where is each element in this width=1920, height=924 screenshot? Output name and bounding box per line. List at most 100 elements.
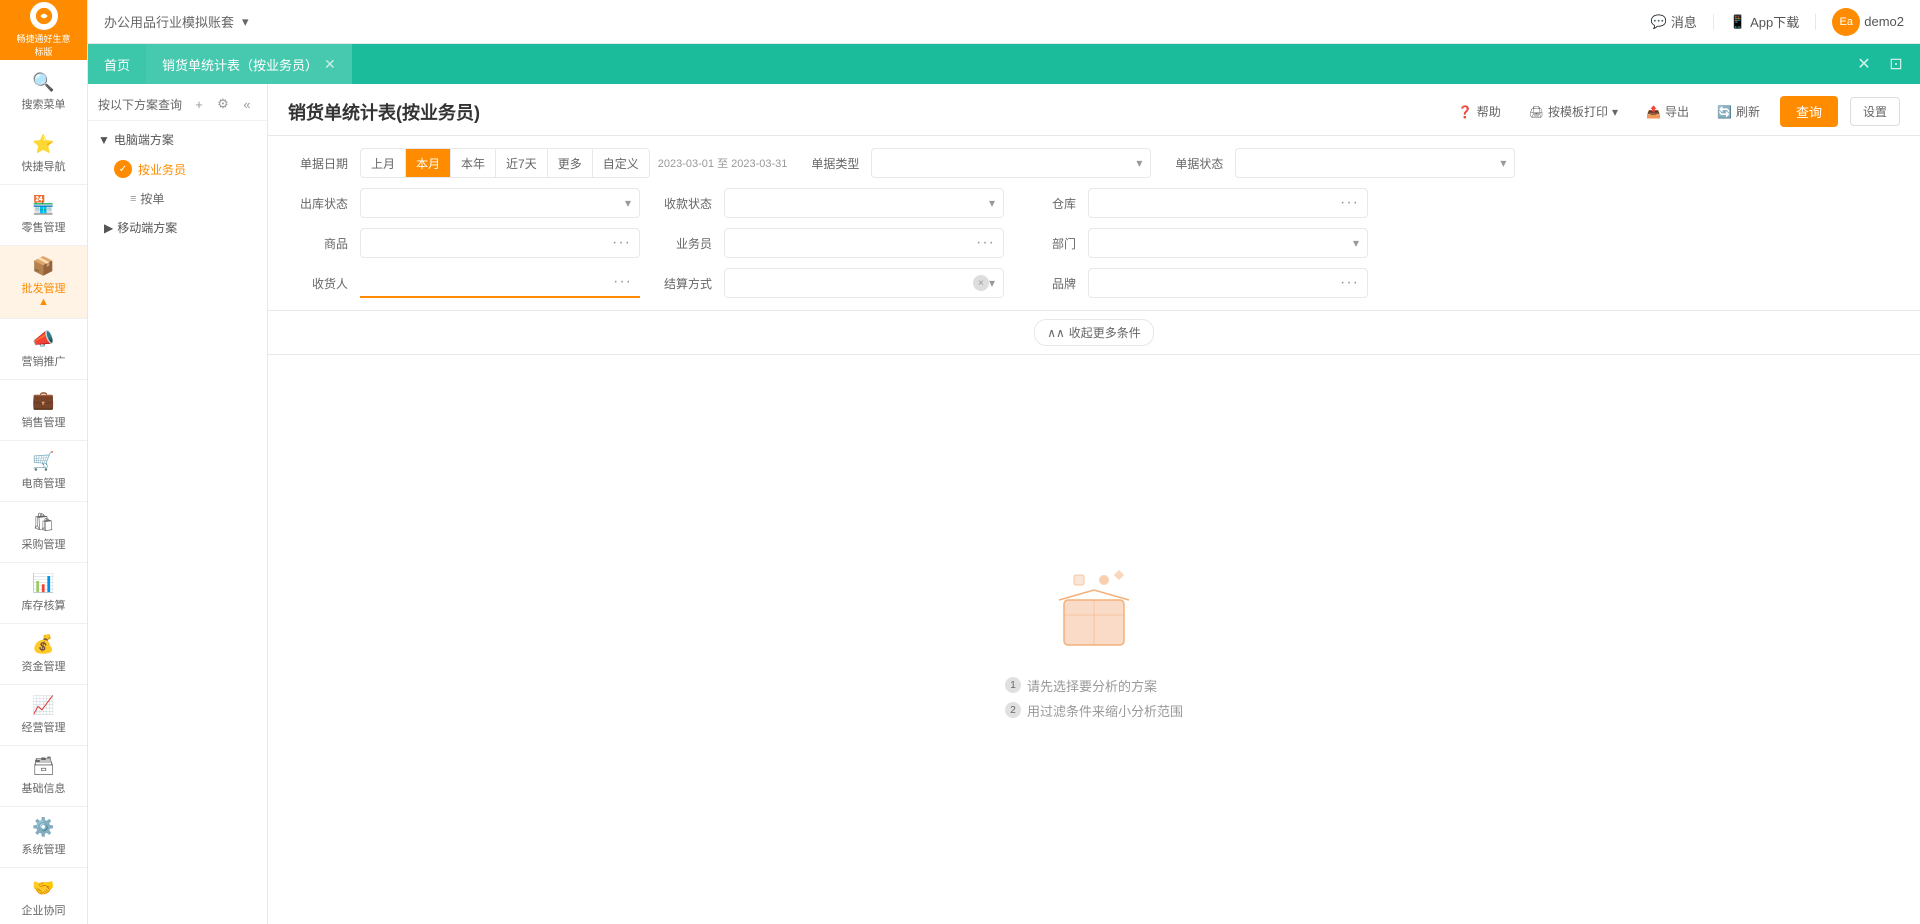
- filter-row-1: 单据日期 上月 本月 本年 近7天 更多 自定义 2023-03-01 至 20…: [288, 148, 1900, 178]
- dept-input[interactable]: [1097, 236, 1353, 250]
- sidebar-item-quicknav[interactable]: ⭐ 快捷导航: [0, 124, 88, 185]
- consignee-input[interactable]: [368, 275, 613, 289]
- scheme-panel: 按以下方案查询 + ⚙ « ▼ 电脑端方案 ✓ 按业务员 ≡ 按单: [88, 84, 268, 924]
- salesperson-filter[interactable]: ···: [724, 228, 1004, 258]
- user-btn[interactable]: Ea demo2: [1832, 8, 1904, 36]
- page-content: 按以下方案查询 + ⚙ « ▼ 电脑端方案 ✓ 按业务员 ≡ 按单: [88, 84, 1920, 924]
- empty-state: 1 请先选择要分析的方案 2 用过滤条件来缩小分析范围: [1005, 560, 1183, 720]
- collapse-btn[interactable]: ∧∧ 收起更多条件: [1034, 319, 1154, 346]
- settlement-dropdown-icon[interactable]: ▾: [989, 276, 995, 290]
- brand-filter[interactable]: ···: [1088, 268, 1368, 298]
- salesperson-input[interactable]: [733, 236, 976, 250]
- download-icon: 📱: [1730, 14, 1746, 30]
- payment-status-dropdown-icon[interactable]: ▾: [989, 196, 995, 210]
- salesperson-dots-icon[interactable]: ···: [976, 234, 995, 252]
- sidebar-item-wholesale[interactable]: 📦 批发管理 ▲: [0, 246, 88, 319]
- tab-close-icon[interactable]: ✕: [324, 56, 336, 73]
- scheme-item-salesperson[interactable]: ✓ 按业务员: [88, 154, 267, 184]
- export-btn[interactable]: 📤 导出: [1638, 99, 1697, 124]
- tab-sales-stats-label: 销货单统计表（按业务员）: [162, 55, 318, 74]
- settlement-input[interactable]: [733, 276, 973, 290]
- help-btn[interactable]: ❓ 帮助: [1450, 99, 1509, 124]
- goods-input[interactable]: [369, 236, 612, 250]
- sidebar-search[interactable]: 🔍 搜索菜单: [0, 60, 88, 124]
- refresh-btn[interactable]: 🔄 刷新: [1709, 99, 1768, 124]
- brand-input[interactable]: [1097, 276, 1340, 290]
- date-tab-this-month[interactable]: 本月: [406, 149, 451, 177]
- data-area: 1 请先选择要分析的方案 2 用过滤条件来缩小分析范围: [268, 355, 1920, 924]
- app-logo: 畅捷通好生意 标版: [0, 0, 88, 60]
- tab-home[interactable]: 首页: [88, 44, 146, 84]
- marketing-icon: 📣: [32, 329, 54, 350]
- purchase-icon: 🛍: [32, 512, 55, 533]
- goods-dots-icon[interactable]: ···: [612, 234, 631, 252]
- sidebar-item-inventory[interactable]: 📊 库存核算: [0, 563, 88, 624]
- collapse-label: 收起更多条件: [1069, 324, 1141, 341]
- settings-scheme-btn[interactable]: ⚙: [213, 94, 233, 114]
- warehouse-dots-icon[interactable]: ···: [1340, 194, 1359, 212]
- ecommerce-icon: 🛒: [32, 451, 54, 472]
- consignee-dots-icon[interactable]: ···: [613, 273, 632, 291]
- payment-status-filter[interactable]: ▾: [724, 188, 1004, 218]
- doc-status-input[interactable]: [1244, 156, 1500, 170]
- header-right: 💬 消息 📱 App下载 Ea demo2: [1651, 8, 1904, 36]
- payment-status-input[interactable]: [733, 196, 989, 210]
- dept-dropdown-icon[interactable]: ▾: [1353, 236, 1359, 250]
- out-status-filter[interactable]: ▾: [360, 188, 640, 218]
- add-scheme-btn[interactable]: +: [189, 94, 209, 114]
- sidebar-item-system[interactable]: ⚙️ 系统管理: [0, 807, 88, 868]
- scheme-group-pc[interactable]: ▼ 电脑端方案: [88, 125, 267, 154]
- sidebar-item-finance[interactable]: 💰 资金管理: [0, 624, 88, 685]
- sidebar-item-enterprise[interactable]: 🤝 企业协同: [0, 868, 88, 924]
- date-tab-last-7[interactable]: 近7天: [496, 149, 548, 177]
- inventory-label: 库存核算: [22, 597, 66, 613]
- print-btn[interactable]: 🖨 按模板打印 ▾: [1521, 99, 1626, 124]
- date-tab-more[interactable]: 更多: [548, 149, 593, 177]
- marketing-label: 营销推广: [22, 353, 66, 369]
- sidebar-item-ecommerce[interactable]: 🛒 电商管理: [0, 441, 88, 502]
- sidebar-item-retail[interactable]: 🏪 零售管理: [0, 185, 88, 246]
- chevron-up-icon: ▲: [38, 296, 49, 308]
- refresh-label: 刷新: [1736, 103, 1760, 120]
- sidebar-item-purchase[interactable]: 🛍 采购管理: [0, 502, 88, 563]
- tab-sales-stats[interactable]: 销货单统计表（按业务员） ✕: [146, 44, 352, 84]
- sidebar-item-operations[interactable]: 📈 经营管理: [0, 685, 88, 746]
- settings-btn[interactable]: 设置: [1850, 97, 1900, 126]
- consignee-filter[interactable]: ···: [360, 268, 640, 298]
- query-btn[interactable]: 查询: [1780, 96, 1838, 127]
- warehouse-filter[interactable]: ···: [1088, 188, 1368, 218]
- brand-dots-icon[interactable]: ···: [1340, 274, 1359, 292]
- download-btn[interactable]: 📱 App下载: [1730, 12, 1799, 31]
- scheme-group-mobile[interactable]: ▶ 移动端方案: [88, 213, 267, 242]
- settlement-filter[interactable]: × ▾: [724, 268, 1004, 298]
- settlement-clear-btn[interactable]: ×: [973, 275, 989, 291]
- out-status-dropdown-icon[interactable]: ▾: [625, 196, 631, 210]
- doc-status-filter[interactable]: ▾: [1235, 148, 1515, 178]
- doc-type-dropdown-icon[interactable]: ▾: [1136, 156, 1142, 170]
- sidebar-item-sales[interactable]: 💼 销售管理: [0, 380, 88, 441]
- sidebar-item-basics[interactable]: 🗃 基础信息: [0, 746, 88, 807]
- sidebar-item-marketing[interactable]: 📣 营销推广: [0, 319, 88, 380]
- dept-filter[interactable]: ▾: [1088, 228, 1368, 258]
- date-tab-last-month[interactable]: 上月: [361, 149, 406, 177]
- tab-bar: 首页 销货单统计表（按业务员） ✕ ✕ ⊡: [88, 44, 1920, 84]
- tab-close-all-btn[interactable]: ✕: [1852, 52, 1876, 76]
- export-label: 导出: [1665, 103, 1689, 120]
- print-dropdown-icon: ▾: [1612, 105, 1618, 119]
- collapse-panel-btn[interactable]: «: [237, 94, 257, 114]
- out-status-input[interactable]: [369, 196, 625, 210]
- date-tab-custom[interactable]: 自定义: [593, 149, 649, 177]
- doc-status-dropdown-icon[interactable]: ▾: [1500, 156, 1506, 170]
- warehouse-input[interactable]: [1097, 196, 1340, 210]
- collapse-row: ∧∧ 收起更多条件: [268, 311, 1920, 355]
- doc-type-filter[interactable]: ▾: [871, 148, 1151, 178]
- goods-filter[interactable]: ···: [360, 228, 640, 258]
- logo-icon: [30, 2, 58, 30]
- tab-expand-btn[interactable]: ⊡: [1884, 52, 1908, 76]
- scheme-sub-order[interactable]: ≡ 按单: [88, 184, 267, 213]
- quicknav-icon: ⭐: [32, 134, 54, 155]
- workspace-selector[interactable]: 办公用品行业模拟账套 ▾: [104, 12, 249, 31]
- message-btn[interactable]: 💬 消息: [1651, 12, 1697, 31]
- date-tab-this-year[interactable]: 本年: [451, 149, 496, 177]
- doc-type-input[interactable]: [880, 156, 1136, 170]
